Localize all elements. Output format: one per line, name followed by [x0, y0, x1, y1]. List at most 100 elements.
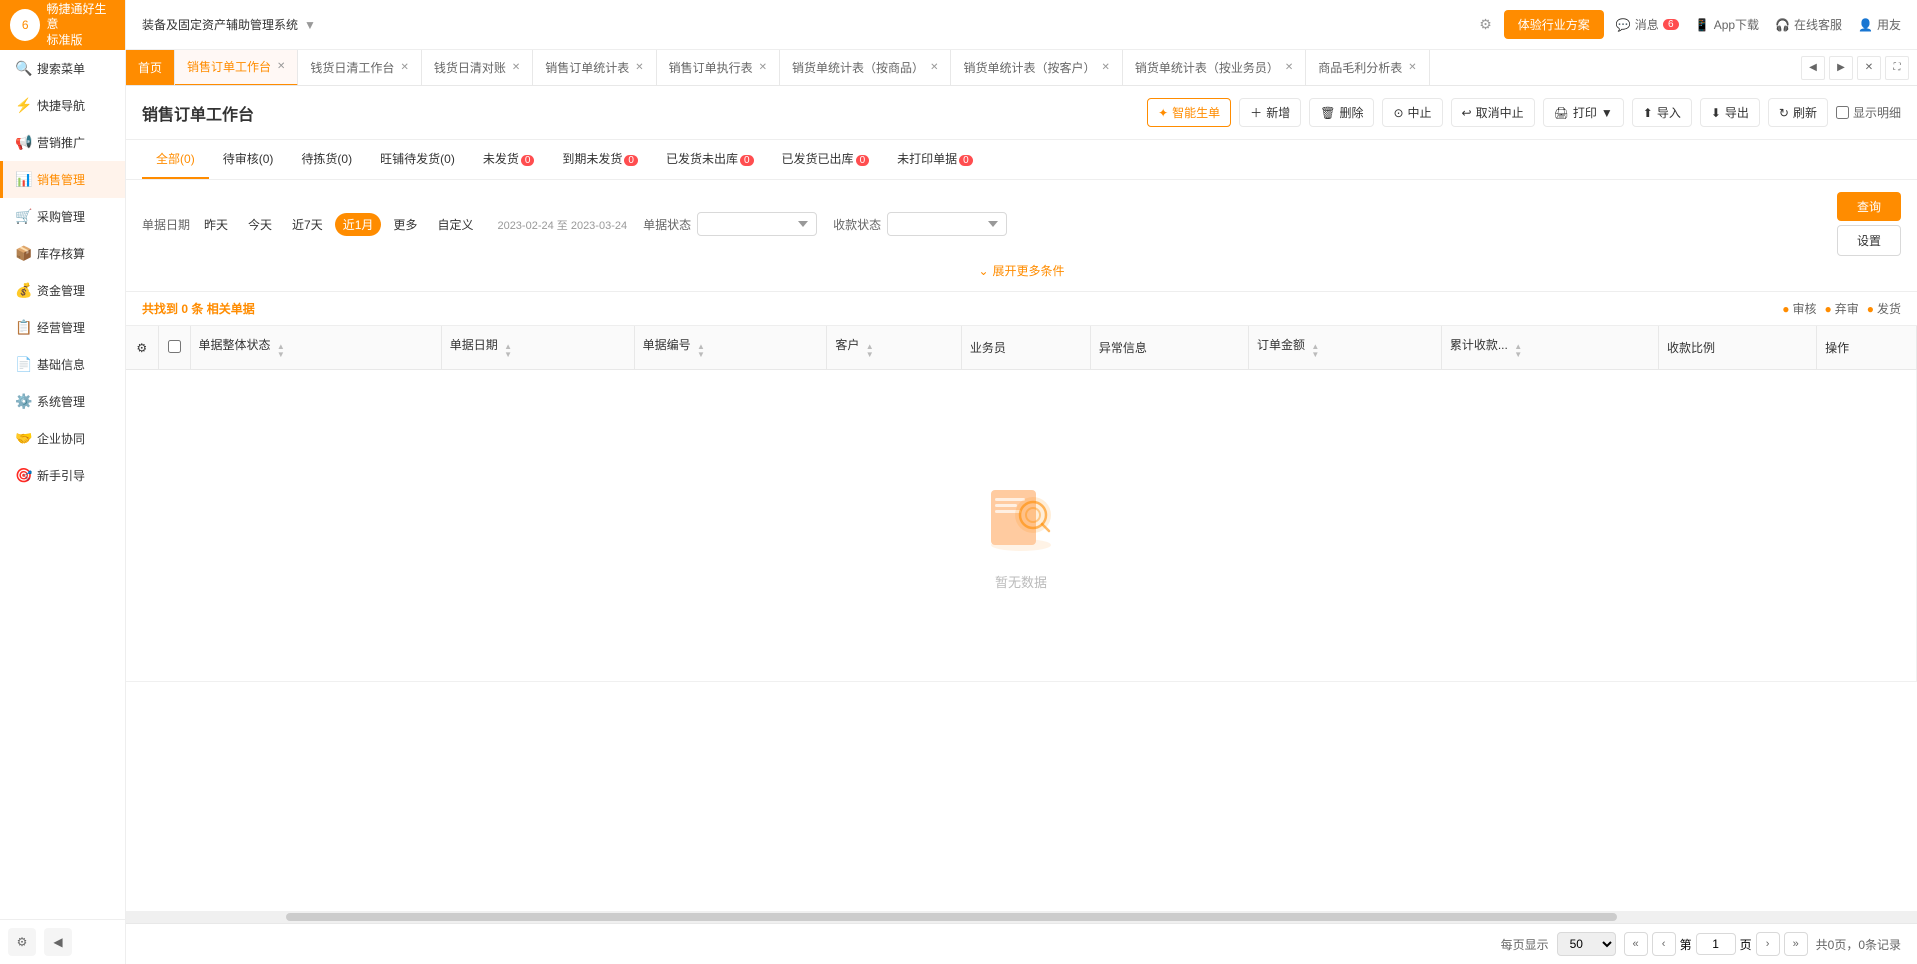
sidebar-item-basic-info[interactable]: 📄 基础信息: [0, 346, 125, 383]
filter-tab-pending-inspect[interactable]: 待拣货(0): [287, 140, 366, 179]
settings-btn[interactable]: 设置: [1837, 225, 1901, 256]
col-settings[interactable]: ⚙: [126, 326, 158, 370]
cancel-review-btn[interactable]: ● 弃审: [1824, 300, 1858, 317]
sidebar-item-inventory[interactable]: 📦 库存核算: [0, 235, 125, 272]
tab-sales-summary-staff[interactable]: 销货单统计表（按业务员） ✕: [1123, 50, 1306, 86]
filter-tab-not-printed[interactable]: 未打印单据0: [883, 140, 987, 179]
filter-tab-shipped-not-out[interactable]: 已发货未出库0: [652, 140, 768, 179]
scrollbar-thumb[interactable]: [286, 913, 1617, 921]
sidebar-item-operations[interactable]: 📋 经营管理: [0, 309, 125, 346]
sort-collected-icon[interactable]: ▲▼: [1514, 343, 1522, 359]
prev-page-btn[interactable]: ‹: [1652, 932, 1676, 956]
filter-tab-expired[interactable]: 到期未发货0: [548, 140, 652, 179]
show-detail-input[interactable]: [1836, 106, 1849, 119]
sidebar-item-purchase[interactable]: 🛒 采购管理: [0, 198, 125, 235]
app-download-action[interactable]: 📱 App下载: [1695, 16, 1759, 33]
page-input[interactable]: [1696, 933, 1736, 955]
filter-tab-pending-review[interactable]: 待审核(0): [209, 140, 288, 179]
sidebar-item-marketing[interactable]: 📢 营销推广: [0, 124, 125, 161]
tab-cash-reconcile[interactable]: 钱货日清对账 ✕: [422, 50, 533, 86]
gear-settings[interactable]: ⚙: [1479, 16, 1492, 33]
tab-close-cash-daily[interactable]: ✕: [400, 62, 408, 73]
collapse-button[interactable]: ◀: [44, 928, 72, 956]
settings-button[interactable]: ⚙: [8, 928, 36, 956]
filter-tab-wangpu[interactable]: 旺铺待发货(0): [366, 140, 469, 179]
date-option-today[interactable]: 今天: [240, 213, 280, 236]
tab-close-summary-customer[interactable]: ✕: [1101, 62, 1109, 73]
date-option-custom[interactable]: 自定义: [429, 213, 481, 236]
select-all-checkbox[interactable]: [168, 340, 181, 353]
status-select[interactable]: [697, 212, 817, 236]
tab-cash-daily[interactable]: 钱货日清工作台 ✕: [298, 50, 421, 86]
tab-product-margin[interactable]: 商品毛利分析表 ✕: [1306, 50, 1429, 86]
filter-tab-not-shipped[interactable]: 未发货0: [469, 140, 549, 179]
payment-select[interactable]: [887, 212, 1007, 236]
cancel-stop-btn[interactable]: ↩ 取消中止: [1451, 98, 1535, 127]
sort-number-icon[interactable]: ▲▼: [697, 343, 705, 359]
sort-amount-icon[interactable]: ▲▼: [1311, 343, 1319, 359]
show-detail-checkbox[interactable]: 显示明细: [1836, 104, 1901, 121]
tab-sales-summary-product[interactable]: 销货单统计表（按商品） ✕: [780, 50, 951, 86]
tab-close-summary-product[interactable]: ✕: [930, 62, 938, 73]
sidebar-item-sales[interactable]: 📊 销售管理: [0, 161, 125, 198]
date-option-yesterday[interactable]: 昨天: [196, 213, 236, 236]
user-action[interactable]: 👤 用友: [1858, 16, 1901, 33]
online-service-action[interactable]: 🎧 在线客服: [1775, 16, 1842, 33]
date-option-1month[interactable]: 近1月: [335, 213, 382, 236]
sidebar-item-system[interactable]: ⚙️ 系统管理: [0, 383, 125, 420]
sidebar-item-enterprise[interactable]: 🤝 企业协同: [0, 420, 125, 457]
expand-row: ⌄ 展开更多条件: [142, 262, 1901, 279]
ai-generate-btn[interactable]: ✦ 智能生单: [1147, 98, 1231, 127]
tab-close-cash-reconcile[interactable]: ✕: [512, 62, 520, 73]
expand-btn[interactable]: ⌄ 展开更多条件: [978, 262, 1064, 279]
stop-btn[interactable]: ⊙ 中止: [1382, 98, 1442, 127]
filter-tab-all[interactable]: 全部(0): [142, 140, 209, 179]
sort-customer-icon[interactable]: ▲▼: [866, 343, 874, 359]
ship-icon: ●: [1867, 302, 1874, 316]
sort-status-icon[interactable]: ▲▼: [277, 343, 285, 359]
sidebar-item-finance[interactable]: 💰 资金管理: [0, 272, 125, 309]
tab-close-summary-staff[interactable]: ✕: [1285, 62, 1293, 73]
col-checkbox[interactable]: [158, 326, 190, 370]
next-page-btn[interactable]: ›: [1756, 932, 1780, 956]
dropdown-icon[interactable]: ▼: [304, 18, 316, 32]
tab-close-sales-exec[interactable]: ✕: [759, 62, 767, 73]
experience-btn[interactable]: 体验行业方案: [1504, 10, 1604, 39]
delete-btn[interactable]: 🗑 删除: [1309, 98, 1374, 127]
horizontal-scrollbar[interactable]: [126, 911, 1917, 923]
import-btn[interactable]: ⬆ 导入: [1632, 98, 1692, 127]
review-btn[interactable]: ● 审核: [1782, 300, 1816, 317]
tab-prev-arrow[interactable]: ◀: [1801, 56, 1825, 80]
tab-sales-exec[interactable]: 销售订单执行表 ✕: [657, 50, 780, 86]
message-action[interactable]: 💬 消息 6: [1616, 16, 1679, 33]
finance-icon: 💰: [15, 282, 31, 299]
tab-close-sales-stats[interactable]: ✕: [635, 62, 643, 73]
tab-home[interactable]: 首页: [126, 50, 175, 86]
tab-next-arrow[interactable]: ▶: [1829, 56, 1853, 80]
sidebar-item-search[interactable]: 🔍 搜索菜单: [0, 50, 125, 87]
export-btn[interactable]: ⬇ 导出: [1700, 98, 1760, 127]
query-btn[interactable]: 查询: [1837, 192, 1901, 221]
tab-maximize[interactable]: ⛶: [1885, 56, 1909, 80]
date-option-more[interactable]: 更多: [385, 213, 425, 236]
tab-sales-stats[interactable]: 销售订单统计表 ✕: [533, 50, 656, 86]
tab-close-product-margin[interactable]: ✕: [1408, 62, 1416, 73]
last-page-btn[interactable]: »: [1784, 932, 1808, 956]
tab-sales-workbench[interactable]: 销售订单工作台 ✕: [175, 50, 298, 86]
date-option-7days[interactable]: 近7天: [284, 213, 331, 236]
page-size-select[interactable]: 50 20 100: [1557, 932, 1616, 956]
ship-btn[interactable]: ● 发货: [1867, 300, 1901, 317]
tab-close-all[interactable]: ✕: [1857, 56, 1881, 80]
add-btn[interactable]: ＋ 新增: [1239, 98, 1301, 127]
tab-close-sales-workbench[interactable]: ✕: [277, 61, 285, 72]
tab-sales-summary-customer[interactable]: 销货单统计表（按客户） ✕: [951, 50, 1122, 86]
sidebar-item-guide[interactable]: 🎯 新手引导: [0, 457, 125, 494]
sidebar-item-quick-nav[interactable]: ⚡ 快捷导航: [0, 87, 125, 124]
sort-date-icon[interactable]: ▲▼: [504, 343, 512, 359]
first-page-btn[interactable]: «: [1624, 932, 1648, 956]
status-field: 单据状态: [643, 212, 817, 236]
filter-tab-shipped-out[interactable]: 已发货已出库0: [768, 140, 884, 179]
refresh-icon: ↻: [1779, 106, 1789, 120]
print-btn[interactable]: 🖨 打印 ▼: [1543, 98, 1624, 127]
refresh-btn[interactable]: ↻ 刷新: [1768, 98, 1828, 127]
